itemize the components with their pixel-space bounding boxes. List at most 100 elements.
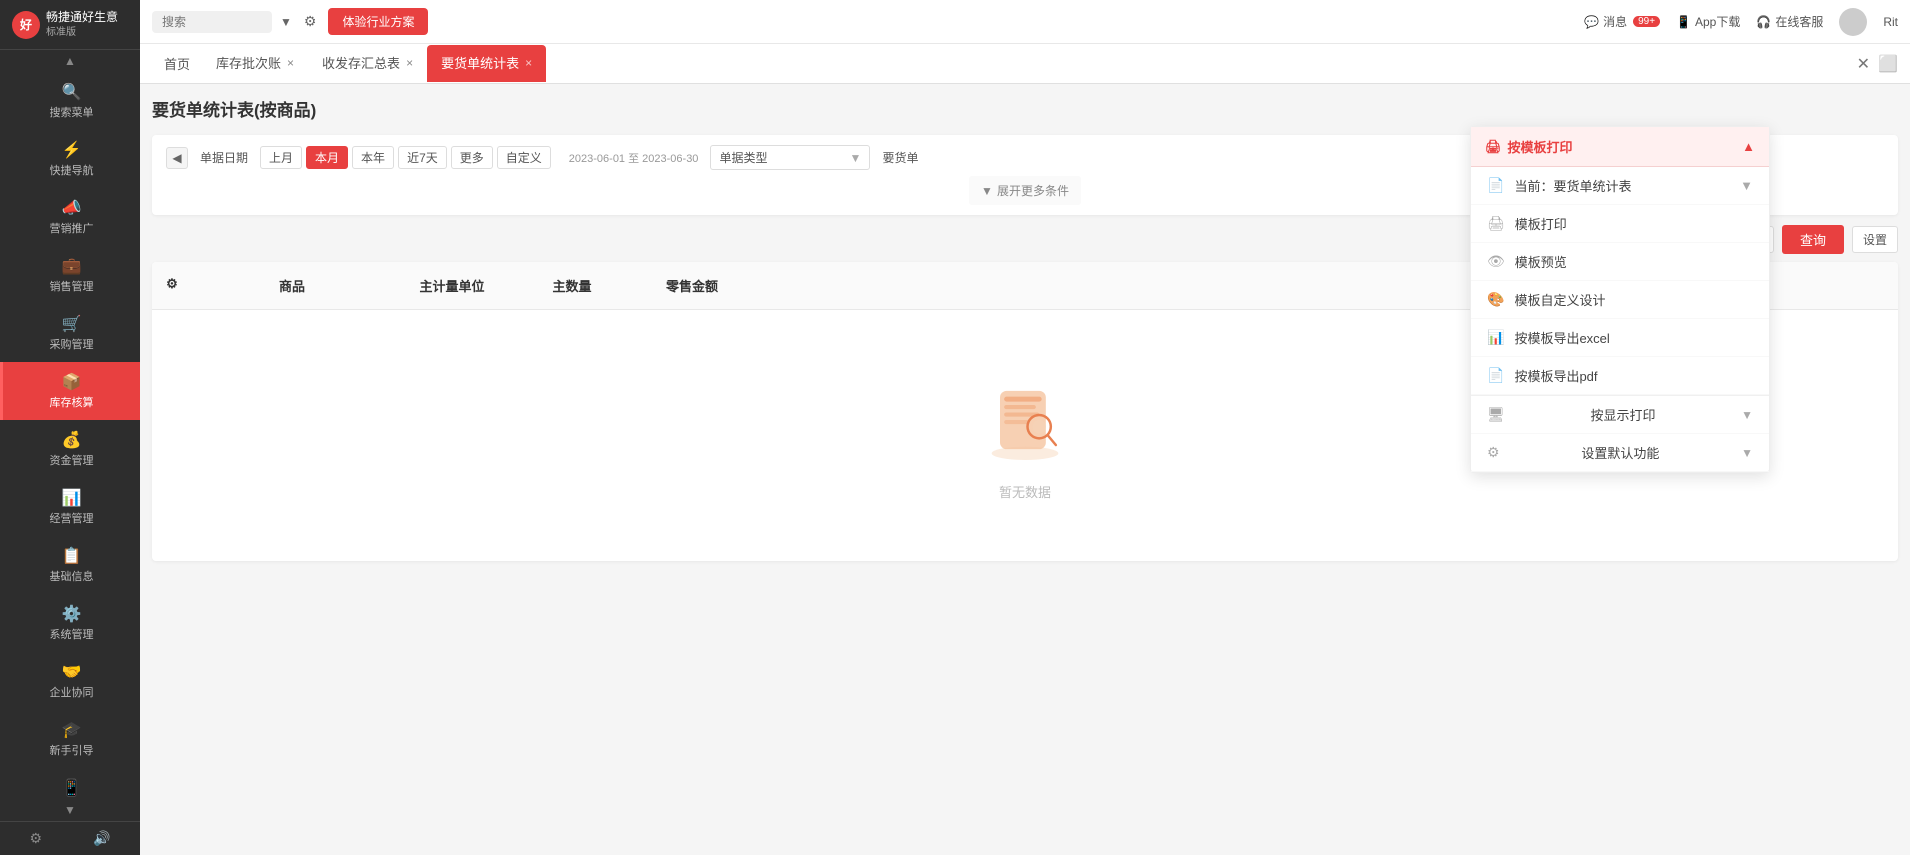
th-unit: 主计量单位	[392, 270, 512, 301]
type-select-arrow: ▼	[850, 151, 862, 165]
template-print-label: 模板打印	[1515, 214, 1567, 233]
empty-illustration	[975, 370, 1075, 470]
marketing-icon: 📣	[62, 198, 82, 218]
sidebar-bottom: ⚙ 🔊	[0, 821, 140, 855]
main-area: ▼ ⚙ 体验行业方案 💬 消息 99+ 📱 App下载 🎧 在线客服 Rit 首…	[140, 0, 1910, 855]
sidebar-settings-icon[interactable]: ⚙	[30, 830, 43, 847]
username: Rit	[1883, 15, 1898, 29]
dropdown-display-print[interactable]: 🖥 按显示打印 ▼	[1471, 396, 1769, 434]
sidebar-item-search[interactable]: 🔍 搜索菜单	[0, 72, 140, 130]
search-nav-icon: 🔍	[62, 82, 82, 102]
dropdown-export-excel[interactable]: 📊 按模板导出excel	[1471, 319, 1769, 357]
sidebar-nav: 🔍 搜索菜单 ⚡ 快捷导航 📣 营销推广 💼 销售管理 🛒 采购管理 📦 库存核…	[0, 72, 140, 799]
tab-order-stats[interactable]: 要货单统计表 ×	[427, 45, 546, 82]
type-select[interactable]: 单据类型 ▼	[710, 145, 870, 170]
tab-receipt-summary[interactable]: 收发存汇总表 ×	[308, 45, 427, 82]
sidebar-item-guide[interactable]: 🎓 新手引导	[0, 710, 140, 768]
topbar-dropdown-arrow[interactable]: ▼	[280, 15, 292, 29]
search-input[interactable]	[152, 11, 272, 33]
date-btn-this-month[interactable]: 本月	[306, 146, 348, 169]
online-service-icon: 🎧	[1756, 15, 1771, 29]
type-label: 单据类型	[719, 149, 767, 166]
settings-btn[interactable]: 设置	[1852, 226, 1898, 253]
tab-close-receipt[interactable]: ×	[406, 56, 413, 70]
sidebar-finance-label: 资金管理	[50, 452, 94, 468]
current-template-label: 当前：要货单统计表	[1514, 176, 1730, 195]
dropdown-export-pdf[interactable]: 📄 按模板导出pdf	[1471, 357, 1769, 395]
topbar-gear-icon[interactable]: ⚙	[300, 13, 321, 30]
sidebar-item-marketing[interactable]: 📣 营销推广	[0, 188, 140, 246]
export-pdf-icon: 📄	[1487, 367, 1504, 384]
operation-icon: 📊	[62, 488, 82, 508]
sidebar-item-quick-nav[interactable]: ⚡ 快捷导航	[0, 130, 140, 188]
message-badge: 99+	[1633, 16, 1660, 27]
tab-home[interactable]: 首页	[152, 46, 202, 81]
dropdown-current-item[interactable]: 📄 当前：要货单统计表 ▼	[1471, 167, 1769, 205]
sidebar-item-sales[interactable]: 💼 销售管理	[0, 246, 140, 304]
tab-close-batch[interactable]: ×	[287, 56, 294, 70]
date-btn-more[interactable]: 更多	[451, 146, 493, 169]
tab-maximize: ✕ ⬜	[1857, 54, 1898, 74]
default-func-arrow: ▼	[1741, 446, 1753, 460]
scroll-down-btn[interactable]: ▼	[0, 799, 140, 821]
scroll-up-btn[interactable]: ▲	[0, 50, 140, 72]
sidebar-item-appstore[interactable]: 📱 应用中心	[0, 768, 140, 799]
logo-icon: 好	[12, 11, 40, 39]
app-download-btn[interactable]: 📱 App下载	[1676, 13, 1740, 30]
dropdown-template-design[interactable]: 🎨 模板自定义设计	[1471, 281, 1769, 319]
avatar[interactable]	[1839, 8, 1867, 36]
dropdown-template-preview[interactable]: 👁 模板预览	[1471, 243, 1769, 281]
template-preview-icon: 👁	[1487, 253, 1505, 270]
sidebar-purchase-label: 采购管理	[50, 336, 94, 352]
maximize-icon[interactable]: ⬜	[1878, 54, 1898, 74]
app-download-icon: 📱	[1676, 15, 1691, 29]
inventory-icon: 📦	[62, 372, 82, 392]
filter-expand-btn[interactable]: ◀	[166, 147, 188, 169]
template-design-label: 模板自定义设计	[1514, 290, 1605, 309]
th-settings[interactable]: ⚙	[152, 270, 192, 301]
sidebar-item-inventory[interactable]: 📦 库存核算	[0, 362, 140, 420]
th-quantity: 主数量	[512, 270, 632, 301]
online-service-btn[interactable]: 🎧 在线客服	[1756, 13, 1823, 30]
sidebar-item-purchase[interactable]: 🛒 采购管理	[0, 304, 140, 362]
sidebar-item-finance[interactable]: 💰 资金管理	[0, 420, 140, 478]
dropdown-print-icon: 🖨	[1485, 139, 1502, 155]
message-btn[interactable]: 💬 消息 99+	[1584, 13, 1660, 30]
date-btn-7days[interactable]: 近7天	[398, 146, 447, 169]
date-btn-last-month[interactable]: 上月	[260, 146, 302, 169]
close-window-icon[interactable]: ✕	[1857, 54, 1870, 74]
tab-batch-account[interactable]: 库存批次账 ×	[202, 45, 308, 82]
sidebar-item-basic[interactable]: 📋 基础信息	[0, 536, 140, 594]
query-btn[interactable]: 查询	[1782, 225, 1844, 254]
sidebar-sound-icon[interactable]: 🔊	[93, 830, 110, 847]
dropdown-template-print[interactable]: 🖨 模板打印	[1471, 205, 1769, 243]
page-title: 要货单统计表(按商品)	[152, 96, 1898, 121]
sidebar-cooperation-label: 企业协同	[50, 684, 94, 700]
message-icon: 💬	[1584, 15, 1599, 29]
trial-btn[interactable]: 体验行业方案	[328, 8, 428, 35]
dropdown-title: 按模板打印	[1508, 137, 1573, 156]
date-filter-label: 单据日期	[200, 149, 248, 166]
quick-nav-icon: ⚡	[62, 140, 82, 160]
dropdown-close-icon[interactable]: ▲	[1742, 139, 1755, 154]
tabs-bar: 首页 库存批次账 × 收发存汇总表 × 要货单统计表 × ✕ ⬜	[140, 44, 1910, 84]
date-btn-this-year[interactable]: 本年	[352, 146, 394, 169]
template-design-icon: 🎨	[1487, 291, 1504, 308]
sales-icon: 💼	[62, 256, 82, 276]
th-amount: 零售金额	[632, 270, 752, 301]
dropdown-default-func[interactable]: ⚙ 设置默认功能 ▼	[1471, 434, 1769, 472]
expand-more-btn[interactable]: ▼ 展开更多条件	[969, 176, 1081, 205]
sidebar-item-system[interactable]: ⚙️ 系统管理	[0, 594, 140, 652]
export-excel-label: 按模板导出excel	[1514, 328, 1609, 347]
logo-app-name: 畅捷通好生意	[46, 10, 118, 26]
empty-text: 暂无数据	[999, 482, 1051, 501]
date-btn-custom[interactable]: 自定义	[497, 146, 551, 169]
tab-close-order[interactable]: ×	[525, 56, 532, 70]
sidebar-sales-label: 销售管理	[50, 278, 94, 294]
sidebar-item-operation[interactable]: 📊 经营管理	[0, 478, 140, 536]
system-icon: ⚙️	[62, 604, 82, 624]
sidebar-logo: 好 畅捷通好生意 标准版	[0, 0, 140, 50]
print-dropdown-panel: 🖨 按模板打印 ▲ 📄 当前：要货单统计表 ▼ 🖨 模板打印 👁 模板预览 🎨	[1470, 126, 1770, 473]
export-pdf-label: 按模板导出pdf	[1514, 366, 1597, 385]
sidebar-item-cooperation[interactable]: 🤝 企业协同	[0, 652, 140, 710]
